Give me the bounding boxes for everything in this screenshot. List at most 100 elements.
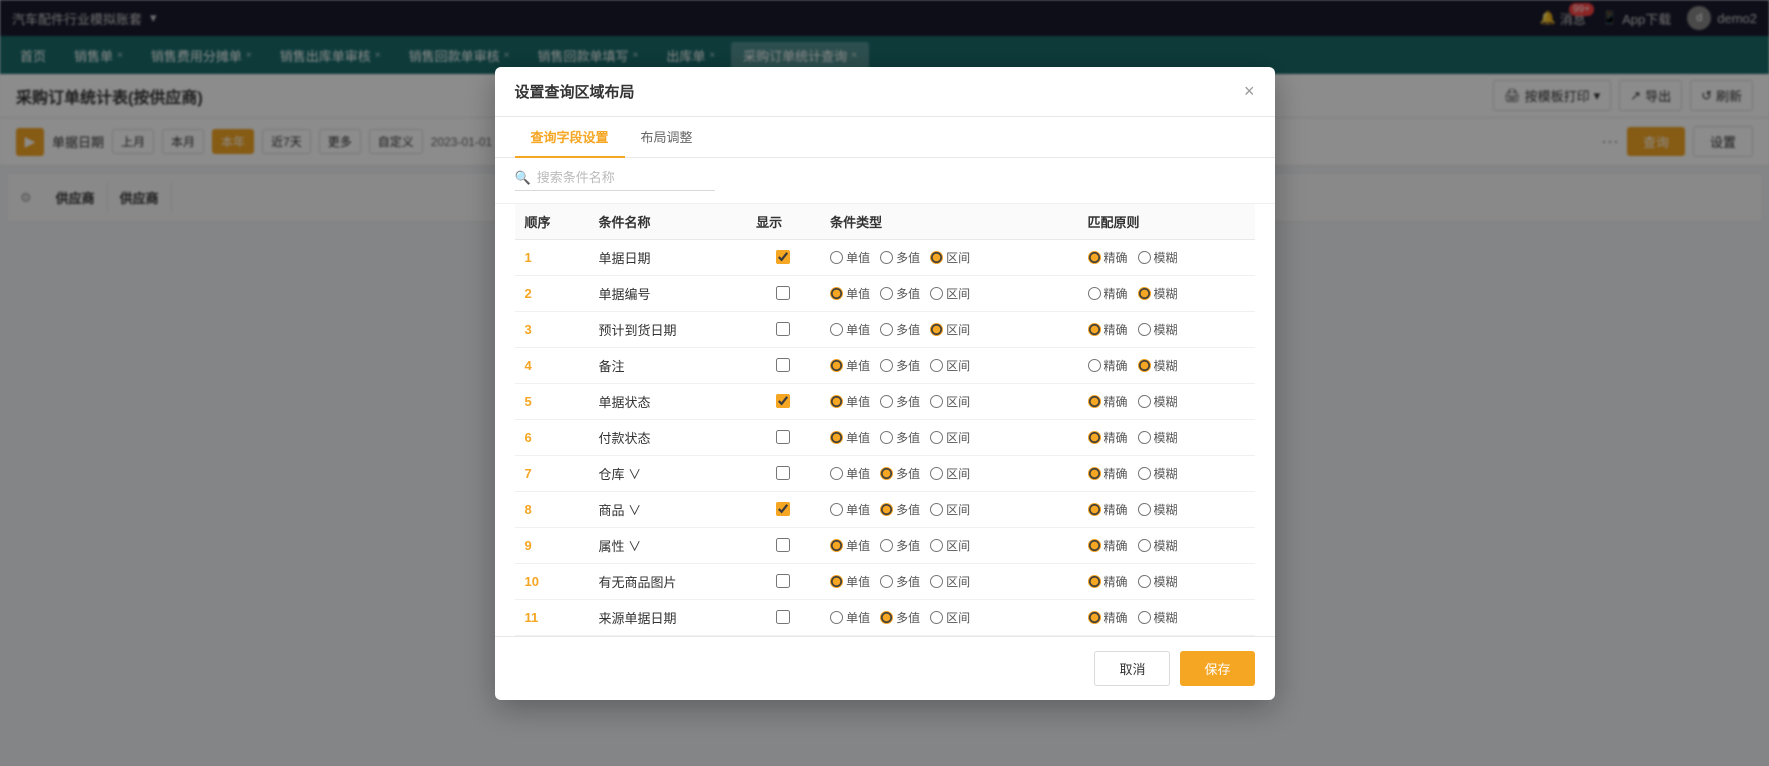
type-radio-单值[interactable]: 单值 bbox=[830, 321, 870, 338]
type-radio-多值[interactable]: 多值 bbox=[880, 501, 920, 518]
type-radio-多值[interactable]: 多值 bbox=[880, 357, 920, 374]
type-radio-input[interactable] bbox=[880, 611, 893, 624]
type-radio-区间[interactable]: 区间 bbox=[930, 429, 970, 446]
match-radio-模糊[interactable]: 模糊 bbox=[1138, 321, 1178, 338]
match-radio-精确[interactable]: 精确 bbox=[1088, 357, 1128, 374]
match-radio-精确[interactable]: 精确 bbox=[1088, 285, 1128, 302]
type-radio-多值[interactable]: 多值 bbox=[880, 465, 920, 482]
type-radio-input[interactable] bbox=[930, 395, 943, 408]
type-radio-input[interactable] bbox=[830, 539, 843, 552]
display-checkbox[interactable] bbox=[776, 430, 790, 444]
type-radio-多值[interactable]: 多值 bbox=[880, 573, 920, 590]
type-radio-input[interactable] bbox=[880, 431, 893, 444]
match-radio-input[interactable] bbox=[1138, 287, 1151, 300]
match-radio-模糊[interactable]: 模糊 bbox=[1138, 429, 1178, 446]
type-radio-区间[interactable]: 区间 bbox=[930, 393, 970, 410]
type-radio-input[interactable] bbox=[930, 611, 943, 624]
match-radio-input[interactable] bbox=[1138, 431, 1151, 444]
match-radio-模糊[interactable]: 模糊 bbox=[1138, 393, 1178, 410]
type-radio-单值[interactable]: 单值 bbox=[830, 429, 870, 446]
type-radio-区间[interactable]: 区间 bbox=[930, 357, 970, 374]
type-radio-区间[interactable]: 区间 bbox=[930, 609, 970, 626]
type-radio-input[interactable] bbox=[930, 359, 943, 372]
type-radio-input[interactable] bbox=[880, 251, 893, 264]
match-radio-input[interactable] bbox=[1138, 359, 1151, 372]
match-radio-input[interactable] bbox=[1088, 611, 1101, 624]
display-checkbox[interactable] bbox=[776, 322, 790, 336]
match-radio-input[interactable] bbox=[1088, 575, 1101, 588]
type-radio-区间[interactable]: 区间 bbox=[930, 501, 970, 518]
type-radio-input[interactable] bbox=[830, 467, 843, 480]
match-radio-模糊[interactable]: 模糊 bbox=[1138, 609, 1178, 626]
type-radio-input[interactable] bbox=[830, 575, 843, 588]
type-radio-单值[interactable]: 单值 bbox=[830, 501, 870, 518]
type-radio-区间[interactable]: 区间 bbox=[930, 573, 970, 590]
type-radio-区间[interactable]: 区间 bbox=[930, 321, 970, 338]
type-radio-input[interactable] bbox=[930, 539, 943, 552]
match-radio-input[interactable] bbox=[1088, 539, 1101, 552]
type-radio-单值[interactable]: 单值 bbox=[830, 249, 870, 266]
match-radio-精确[interactable]: 精确 bbox=[1088, 501, 1128, 518]
type-radio-多值[interactable]: 多值 bbox=[880, 609, 920, 626]
display-checkbox[interactable] bbox=[776, 538, 790, 552]
type-radio-多值[interactable]: 多值 bbox=[880, 537, 920, 554]
display-checkbox[interactable] bbox=[776, 502, 790, 516]
match-radio-精确[interactable]: 精确 bbox=[1088, 393, 1128, 410]
match-radio-input[interactable] bbox=[1138, 251, 1151, 264]
match-radio-input[interactable] bbox=[1138, 467, 1151, 480]
type-radio-单值[interactable]: 单值 bbox=[830, 285, 870, 302]
match-radio-模糊[interactable]: 模糊 bbox=[1138, 249, 1178, 266]
modal-close-button[interactable]: × bbox=[1244, 82, 1255, 100]
type-radio-input[interactable] bbox=[930, 431, 943, 444]
type-radio-单值[interactable]: 单值 bbox=[830, 393, 870, 410]
display-checkbox[interactable] bbox=[776, 574, 790, 588]
type-radio-input[interactable] bbox=[830, 395, 843, 408]
type-radio-input[interactable] bbox=[830, 503, 843, 516]
type-radio-单值[interactable]: 单值 bbox=[830, 537, 870, 554]
type-radio-input[interactable] bbox=[830, 359, 843, 372]
type-radio-input[interactable] bbox=[930, 251, 943, 264]
type-radio-input[interactable] bbox=[930, 503, 943, 516]
type-radio-input[interactable] bbox=[880, 323, 893, 336]
match-radio-input[interactable] bbox=[1088, 431, 1101, 444]
type-radio-区间[interactable]: 区间 bbox=[930, 537, 970, 554]
match-radio-input[interactable] bbox=[1088, 323, 1101, 336]
type-radio-多值[interactable]: 多值 bbox=[880, 321, 920, 338]
match-radio-input[interactable] bbox=[1138, 503, 1151, 516]
type-radio-多值[interactable]: 多值 bbox=[880, 429, 920, 446]
display-checkbox[interactable] bbox=[776, 358, 790, 372]
type-radio-input[interactable] bbox=[830, 251, 843, 264]
type-radio-input[interactable] bbox=[880, 359, 893, 372]
type-radio-input[interactable] bbox=[880, 287, 893, 300]
type-radio-input[interactable] bbox=[880, 539, 893, 552]
search-input[interactable] bbox=[537, 170, 715, 185]
type-radio-区间[interactable]: 区间 bbox=[930, 465, 970, 482]
match-radio-模糊[interactable]: 模糊 bbox=[1138, 357, 1178, 374]
match-radio-精确[interactable]: 精确 bbox=[1088, 609, 1128, 626]
match-radio-模糊[interactable]: 模糊 bbox=[1138, 573, 1178, 590]
type-radio-input[interactable] bbox=[830, 431, 843, 444]
match-radio-精确[interactable]: 精确 bbox=[1088, 429, 1128, 446]
type-radio-单值[interactable]: 单值 bbox=[830, 357, 870, 374]
type-radio-区间[interactable]: 区间 bbox=[930, 249, 970, 266]
display-checkbox[interactable] bbox=[776, 610, 790, 624]
display-checkbox[interactable] bbox=[776, 250, 790, 264]
type-radio-input[interactable] bbox=[880, 395, 893, 408]
match-radio-模糊[interactable]: 模糊 bbox=[1138, 285, 1178, 302]
match-radio-input[interactable] bbox=[1138, 539, 1151, 552]
type-radio-input[interactable] bbox=[880, 467, 893, 480]
match-radio-input[interactable] bbox=[1138, 611, 1151, 624]
match-radio-精确[interactable]: 精确 bbox=[1088, 321, 1128, 338]
modal-tab-query-fields[interactable]: 查询字段设置 bbox=[515, 117, 625, 158]
type-radio-input[interactable] bbox=[930, 323, 943, 336]
type-radio-单值[interactable]: 单值 bbox=[830, 573, 870, 590]
match-radio-input[interactable] bbox=[1138, 395, 1151, 408]
type-radio-input[interactable] bbox=[880, 575, 893, 588]
type-radio-input[interactable] bbox=[930, 575, 943, 588]
display-checkbox[interactable] bbox=[776, 394, 790, 408]
match-radio-input[interactable] bbox=[1088, 251, 1101, 264]
match-radio-input[interactable] bbox=[1138, 575, 1151, 588]
type-radio-多值[interactable]: 多值 bbox=[880, 393, 920, 410]
match-radio-模糊[interactable]: 模糊 bbox=[1138, 501, 1178, 518]
match-radio-input[interactable] bbox=[1088, 467, 1101, 480]
